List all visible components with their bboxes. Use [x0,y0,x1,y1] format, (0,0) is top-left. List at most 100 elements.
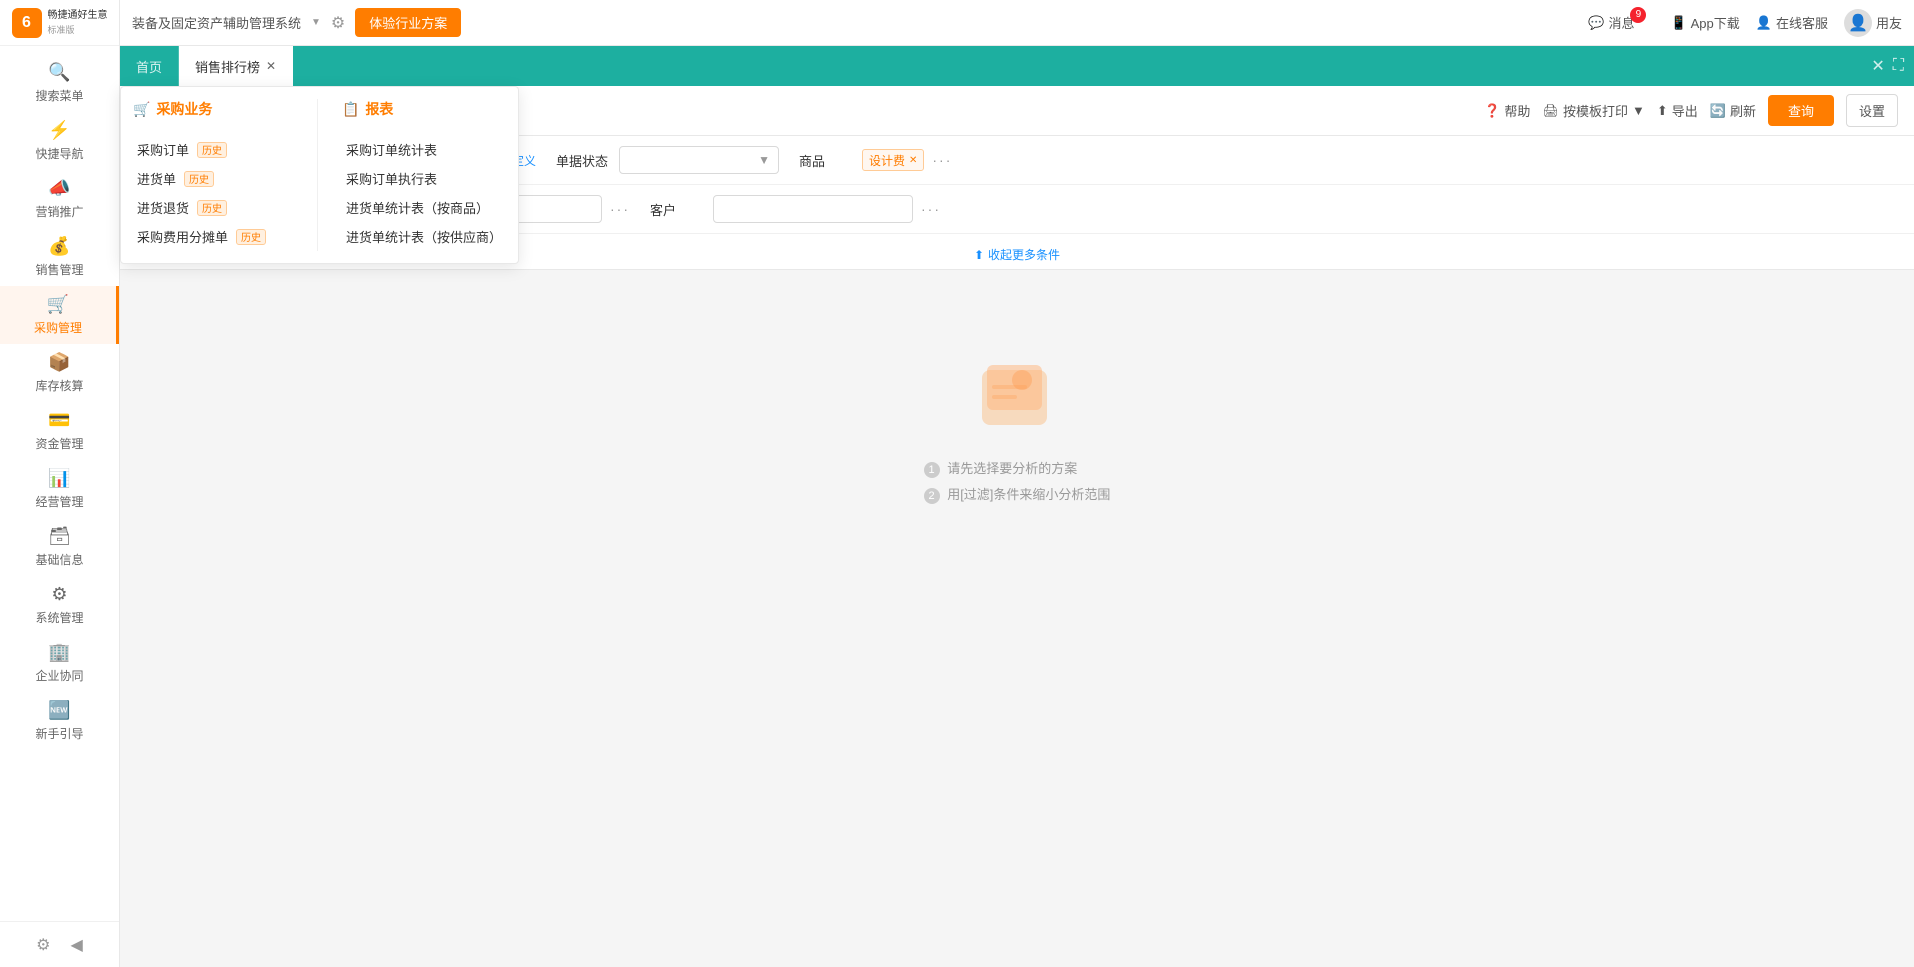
status-arrow: ▼ [758,153,770,167]
goods-filter-group: 商品 设计费 ✕ ··· [799,149,952,171]
tab-bar-actions: ✕ ⛶ [1871,56,1914,76]
menu-item-report2[interactable]: 采购订单执行表 [342,164,506,193]
sidebar-label-enterprise: 企业协同 [35,667,83,684]
customer-dots[interactable]: ··· [921,201,941,217]
online-service-action[interactable]: 👤 在线客服 [1756,13,1828,32]
system-title: 装备及固定资产辅助管理系统 [132,13,301,32]
sidebar-label-sales: 销售管理 [35,261,83,278]
help-icon: ❓ [1484,103,1500,119]
purchase-icon: 🛒 [47,294,69,315]
menu-item-label: 进货单 [137,169,176,188]
tab-home[interactable]: 首页 [120,46,179,86]
sidebar-label-system: 系统管理 [35,609,83,626]
sidebar-item-basic[interactable]: 🗃 基础信息 [0,518,119,576]
settings-bottom-icon[interactable]: ⚙ [36,935,50,955]
menu-item-label: 采购订单执行表 [346,169,437,188]
tab-sales-ranking[interactable]: 销售排行榜 ✕ [179,46,293,86]
sidebar-item-finance[interactable]: 💳 资金管理 [0,402,119,460]
empty-tip1: 1 请先选择要分析的方案 [924,456,1111,482]
menu-item-label: 进货退货 [137,198,189,217]
refresh-btn[interactable]: 🔄 刷新 [1710,101,1756,120]
tab-bar: 首页 销售排行榜 ✕ ✕ ⛶ [120,46,1914,86]
sidebar-item-purchase[interactable]: 🛒 采购管理 [0,286,119,344]
history-badge: 历史 [236,229,266,245]
help-btn[interactable]: ❓ 帮助 [1484,101,1530,120]
menu-item-purchase-order[interactable]: 采购订单 历史 [133,135,293,164]
collapse-sidebar-icon[interactable]: ◀ [71,935,83,955]
report-section-title: 📋 报表 [342,99,506,125]
online-service-label: 在线客服 [1776,13,1828,32]
salesperson-dots[interactable]: ··· [610,201,630,217]
export-label: 导出 [1672,101,1698,120]
basic-icon: 🗃 [48,526,71,547]
customer-label: 客户 [650,200,705,219]
tab-close-icon[interactable]: ✕ [266,59,276,73]
sidebar-item-guide[interactable]: 🆕 新手引导 [0,692,119,750]
sidebar-item-enterprise[interactable]: 🏢 企业协同 [0,634,119,692]
empty-tip2: 2 用[过滤]条件来缩小分析范围 [924,482,1111,508]
sidebar-item-inventory[interactable]: 📦 库存核算 [0,344,119,402]
menu-item-label: 进货单统计表（按商品） [346,198,489,217]
goods-tag: 设计费 ✕ [862,149,924,171]
tab-fullscreen-icon[interactable]: ⛶ [1893,57,1904,75]
logo-sub: 标准版 [48,23,108,36]
menu-item-report3[interactable]: 进货单统计表（按商品） [342,193,506,222]
customer-select[interactable] [713,195,913,223]
sidebar-label-quick-nav: 快捷导航 [35,145,83,162]
enterprise-icon: 🏢 [48,642,70,663]
print-dropdown-icon[interactable]: ▼ [1632,103,1645,118]
menu-item-label: 进货单统计表（按供应商） [346,227,502,246]
search-menu-icon: 🔍 [48,62,70,83]
menu-divider [317,99,318,251]
service-icon: 👤 [1756,15,1772,31]
report-section-icon: 📋 [342,101,359,118]
app-download-action[interactable]: 📱 App下载 [1670,13,1739,32]
print-icon: 🖨 [1542,103,1559,119]
sidebar-item-quick-nav[interactable]: ⚡ 快捷导航 [0,112,119,170]
report-section: 📋 报表 采购订单统计表 采购订单执行表 进货单统计表（按商品） 进货单统计表（… [342,99,506,251]
status-select[interactable]: ▼ [619,146,779,174]
query-button[interactable]: 查询 [1768,95,1834,126]
menu-item-report1[interactable]: 采购订单统计表 [342,135,506,164]
sidebar-menu: 🔍 搜索菜单 ⚡ 快捷导航 📣 营销推广 💰 销售管理 🛒 采购管理 📦 库存核… [0,46,119,921]
header-right: 💬 消息 9 📱 App下载 👤 在线客服 👤 用友 [1588,9,1902,37]
header-settings-icon[interactable]: ⚙ [331,13,345,33]
logo-icon: 6 [12,8,42,38]
menu-item-label: 采购费用分摊单 [137,227,228,246]
tab-close-all-icon[interactable]: ✕ [1871,56,1884,76]
collapse-btn[interactable]: ⬆ 收起更多条件 [974,240,1060,263]
sales-icon: 💰 [48,236,70,257]
goods-tag-close[interactable]: ✕ [909,155,917,166]
message-action[interactable]: 💬 消息 9 [1588,13,1654,32]
finance-icon: 💳 [48,410,70,431]
user-action[interactable]: 👤 用友 [1844,9,1902,37]
customer-filter-group: 客户 ··· [650,195,941,223]
menu-item-report4[interactable]: 进货单统计表（按供应商） [342,222,506,251]
tab-sales-label: 销售排行榜 [195,57,260,76]
sidebar-item-sales[interactable]: 💰 销售管理 [0,228,119,286]
goods-more-dots[interactable]: ··· [932,152,952,168]
refresh-icon: 🔄 [1710,103,1726,119]
quick-nav-icon: ⚡ [48,120,70,141]
settings-button[interactable]: 设置 [1846,94,1898,127]
message-icon: 💬 [1588,15,1604,31]
purchase-section-icon: 🛒 [133,101,150,118]
menu-item-return[interactable]: 进货退货 历史 [133,193,293,222]
print-btn[interactable]: 🖨 按模板打印 ▼ [1542,101,1644,120]
menu-item-inbound[interactable]: 进货单 历史 [133,164,293,193]
marketing-icon: 📣 [48,178,70,199]
export-btn[interactable]: ⬆ 导出 [1657,101,1698,120]
menu-item-expense[interactable]: 采购费用分摊单 历史 [133,222,293,251]
sidebar-item-system[interactable]: ⚙ 系统管理 [0,576,119,634]
industry-btn[interactable]: 体验行业方案 [355,8,461,37]
help-label: 帮助 [1504,101,1530,120]
system-icon: ⚙ [51,584,67,605]
sidebar-item-marketing[interactable]: 📣 营销推广 [0,170,119,228]
top-header: 装备及固定资产辅助管理系统 ▼ ⚙ 体验行业方案 💬 消息 9 📱 App下载 … [120,0,1914,46]
system-dropdown-arrow[interactable]: ▼ [311,17,321,28]
sidebar: 6 畅捷通好生意 标准版 🔍 搜索菜单 ⚡ 快捷导航 📣 营销推广 💰 销售管理… [0,0,120,967]
sidebar-item-operation[interactable]: 📊 经营管理 [0,460,119,518]
sidebar-item-search[interactable]: 🔍 搜索菜单 [0,54,119,112]
menu-item-label: 采购订单 [137,140,189,159]
user-label: 用友 [1876,13,1902,32]
